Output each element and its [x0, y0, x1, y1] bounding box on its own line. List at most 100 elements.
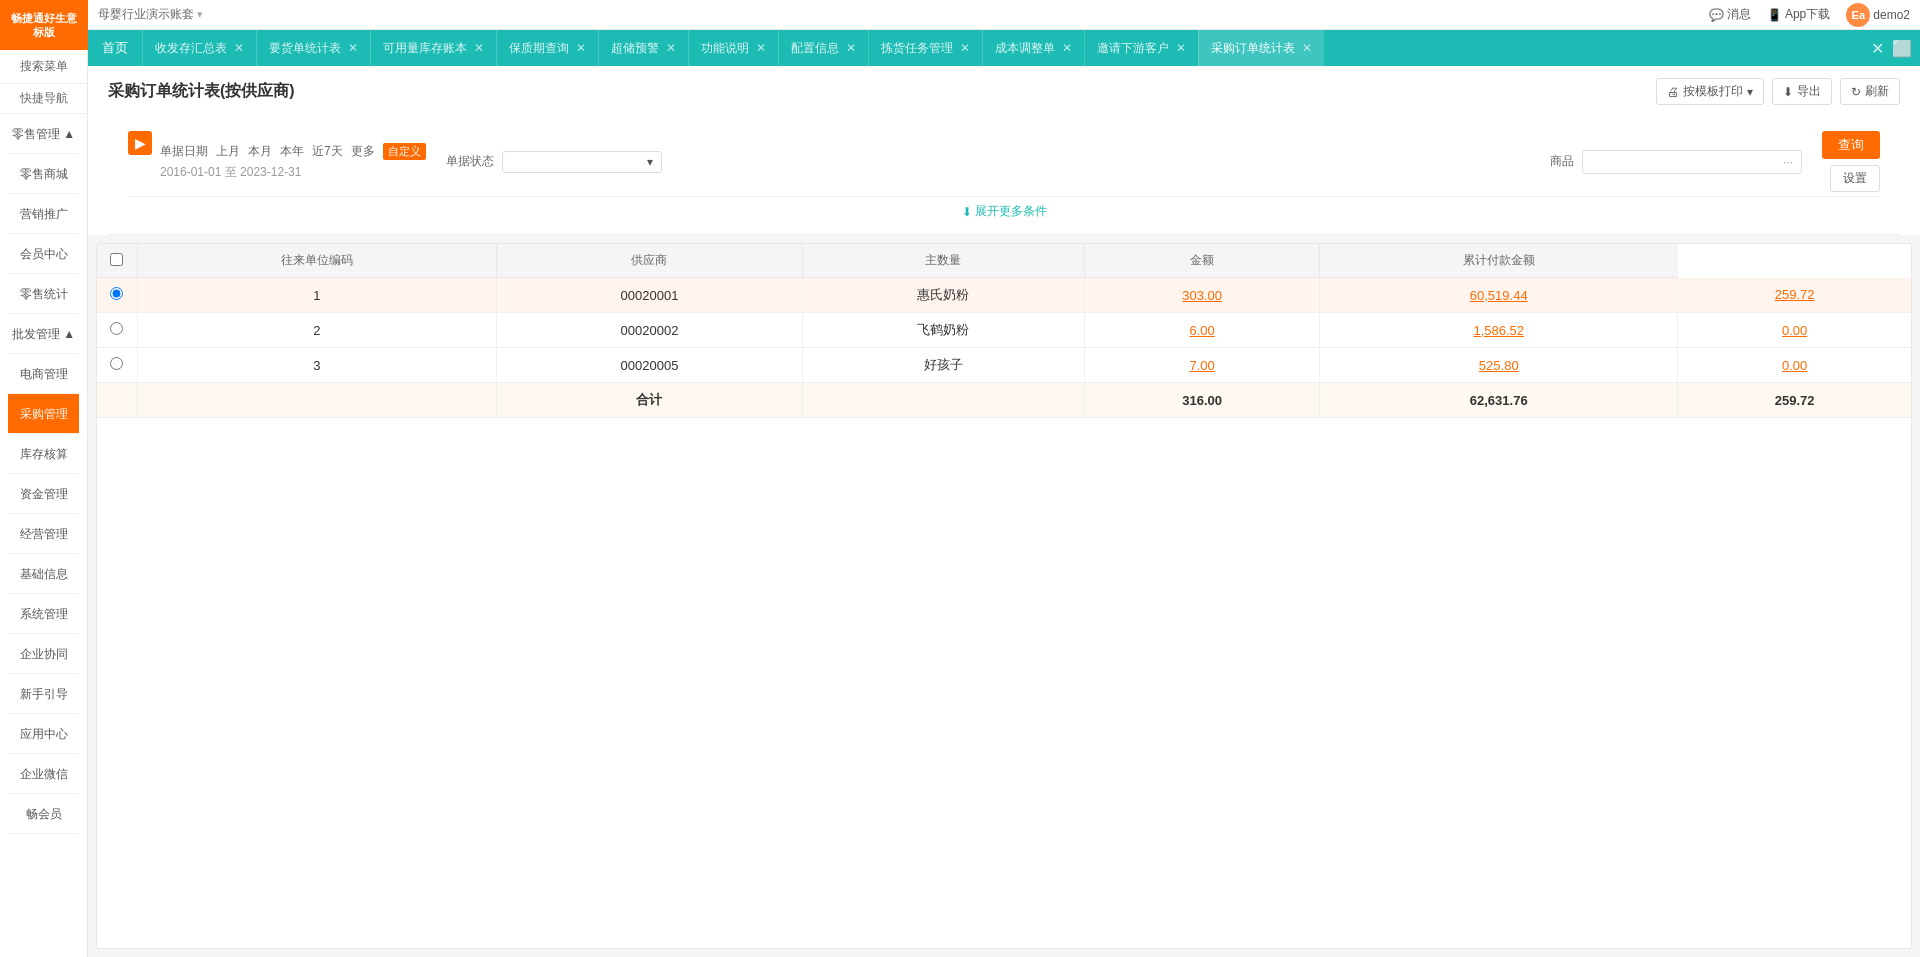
qty-link-0[interactable]: 303.00	[1182, 288, 1222, 303]
row-qty-2[interactable]: 7.00	[1085, 348, 1320, 383]
sidebar-item-label-2: 营销推广	[12, 206, 75, 223]
tab-item-3[interactable]: 可用量库存账本✕	[370, 30, 496, 66]
sidebar-item-15[interactable]: 应用中心	[8, 714, 79, 754]
row-paid-2[interactable]: 0.00	[1678, 348, 1911, 383]
tab-item-5[interactable]: 超储预警✕	[598, 30, 688, 66]
tab-close-7[interactable]: ✕	[846, 41, 856, 55]
sidebar-item-4[interactable]: 零售统计	[8, 274, 79, 314]
close-tab-btn[interactable]: ✕	[1871, 39, 1884, 58]
tab-item-8[interactable]: 拣货任务管理✕	[868, 30, 982, 66]
qty-link-1[interactable]: 6.00	[1189, 323, 1214, 338]
row-checkbox-1[interactable]	[97, 313, 137, 348]
sidebar-item-17[interactable]: 畅会员	[8, 794, 79, 834]
tab-close-1[interactable]: ✕	[234, 41, 244, 55]
row-no-2: 3	[137, 348, 497, 383]
row-checkbox-2[interactable]	[97, 348, 137, 383]
row-amount-2[interactable]: 525.80	[1320, 348, 1678, 383]
shortcut-last7[interactable]: 近7天	[312, 143, 343, 160]
row-paid-0[interactable]: 259.72	[1678, 278, 1911, 313]
sidebar-item-label-3: 会员中心	[12, 246, 75, 263]
paid-link-0[interactable]: 259.72	[1775, 287, 1815, 302]
custom-tag: 自定义	[383, 143, 426, 160]
shortcut-more[interactable]: 更多	[351, 143, 375, 160]
print-icon: 🖨	[1667, 85, 1679, 99]
export-button[interactable]: ⬇ 导出	[1772, 78, 1832, 105]
sidebar-item-12[interactable]: 系统管理	[8, 594, 79, 634]
app-download-btn[interactable]: 📱 App下载	[1767, 6, 1830, 23]
tab-item-2[interactable]: 要货单统计表✕	[256, 30, 370, 66]
sidebar-item-9[interactable]: 资金管理	[8, 474, 79, 514]
tab-item-9[interactable]: 成本调整单✕	[982, 30, 1084, 66]
sidebar-item-3[interactable]: 会员中心	[8, 234, 79, 274]
select-all-checkbox[interactable]	[110, 253, 123, 266]
status-select[interactable]: ▾	[502, 151, 662, 173]
sidebar-item-7[interactable]: 采购管理	[8, 394, 79, 434]
sidebar-item-10[interactable]: 经营管理	[8, 514, 79, 554]
sidebar-item-0[interactable]: 零售管理 ▲	[8, 114, 79, 154]
sidebar-item-16[interactable]: 企业微信	[8, 754, 79, 794]
tab-item-11[interactable]: 采购订单统计表✕	[1198, 30, 1324, 66]
qty-link-2[interactable]: 7.00	[1189, 358, 1214, 373]
tab-close-3[interactable]: ✕	[474, 41, 484, 55]
table-scroll[interactable]: 往来单位编码供应商主数量金额累计付款金额 100020001惠氏奶粉303.00…	[97, 244, 1911, 948]
user-menu[interactable]: Ea demo2	[1846, 3, 1910, 27]
sidebar-item-label-6: 电商管理	[12, 366, 75, 383]
tab-close-10[interactable]: ✕	[1176, 41, 1186, 55]
table-row[interactable]: 100020001惠氏奶粉303.0060,519.44259.72	[97, 278, 1911, 313]
tab-close-2[interactable]: ✕	[348, 41, 358, 55]
query-button[interactable]: 查询	[1822, 131, 1880, 159]
sidebar-item-14[interactable]: 新手引导	[8, 674, 79, 714]
paid-link-1[interactable]: 0.00	[1782, 323, 1807, 338]
tab-home[interactable]: 首页	[88, 30, 142, 66]
tab-close-9[interactable]: ✕	[1062, 41, 1072, 55]
row-qty-0[interactable]: 303.00	[1085, 278, 1320, 313]
amount-link-0[interactable]: 60,519.44	[1470, 288, 1528, 303]
tab-close-8[interactable]: ✕	[960, 41, 970, 55]
amount-link-1[interactable]: 1,586.52	[1473, 323, 1524, 338]
sidebar-item-8[interactable]: 库存核算	[8, 434, 79, 474]
filter-toggle-btn[interactable]: ▶	[128, 131, 152, 155]
search-menu[interactable]: 搜索菜单	[0, 50, 87, 84]
settings-button[interactable]: 设置	[1830, 165, 1880, 192]
data-table: 往来单位编码供应商主数量金额累计付款金额 100020001惠氏奶粉303.00…	[97, 244, 1911, 418]
row-amount-1[interactable]: 1,586.52	[1320, 313, 1678, 348]
workspace-selector[interactable]: 母婴行业演示账套 ▾	[98, 6, 1699, 23]
tab-item-10[interactable]: 邀请下游客户✕	[1084, 30, 1198, 66]
amount-link-2[interactable]: 525.80	[1479, 358, 1519, 373]
sidebar-item-5[interactable]: 批发管理 ▲	[8, 314, 79, 354]
quick-nav[interactable]: 快捷导航	[0, 84, 87, 114]
goods-input[interactable]: ···	[1582, 150, 1802, 174]
tab-item-6[interactable]: 功能说明✕	[688, 30, 778, 66]
expand-row: ⬇ 展开更多条件	[128, 196, 1880, 226]
sidebar-item-6[interactable]: 电商管理	[8, 354, 79, 394]
table-row[interactable]: 300020005好孩子7.00525.800.00	[97, 348, 1911, 383]
shortcut-last-month[interactable]: 上月	[216, 143, 240, 160]
sidebar-item-11[interactable]: 基础信息	[8, 554, 79, 594]
sidebar-item-2[interactable]: 营销推广	[8, 194, 79, 234]
tab-item-4[interactable]: 保质期查询✕	[496, 30, 598, 66]
print-button[interactable]: 🖨 按模板打印 ▾	[1656, 78, 1764, 105]
main-area: 母婴行业演示账套 ▾ 💬 消息 📱 App下载 Ea demo2 首页收发存汇总…	[88, 0, 1920, 957]
refresh-button[interactable]: ↻ 刷新	[1840, 78, 1900, 105]
tab-item-1[interactable]: 收发存汇总表✕	[142, 30, 256, 66]
message-btn[interactable]: 💬 消息	[1709, 6, 1751, 23]
shortcut-this-year[interactable]: 本年	[280, 143, 304, 160]
row-paid-1[interactable]: 0.00	[1678, 313, 1911, 348]
row-qty-1[interactable]: 6.00	[1085, 313, 1320, 348]
tab-close-11[interactable]: ✕	[1302, 41, 1312, 55]
tab-close-6[interactable]: ✕	[756, 41, 766, 55]
maximize-tab-btn[interactable]: ⬜	[1892, 39, 1912, 58]
tab-close-5[interactable]: ✕	[666, 41, 676, 55]
sidebar-item-1[interactable]: 零售商城	[8, 154, 79, 194]
sidebar-item-label-10: 经营管理	[12, 526, 75, 543]
table-row[interactable]: 200020002飞鹤奶粉6.001,586.520.00	[97, 313, 1911, 348]
expand-more-btn[interactable]: ⬇ 展开更多条件	[962, 203, 1047, 220]
tab-close-4[interactable]: ✕	[576, 41, 586, 55]
paid-link-2[interactable]: 0.00	[1782, 358, 1807, 373]
goods-label: 商品	[1550, 153, 1574, 170]
row-checkbox-0[interactable]	[97, 278, 137, 313]
sidebar-item-13[interactable]: 企业协同	[8, 634, 79, 674]
row-amount-0[interactable]: 60,519.44	[1320, 278, 1678, 313]
shortcut-this-month[interactable]: 本月	[248, 143, 272, 160]
tab-item-7[interactable]: 配置信息✕	[778, 30, 868, 66]
